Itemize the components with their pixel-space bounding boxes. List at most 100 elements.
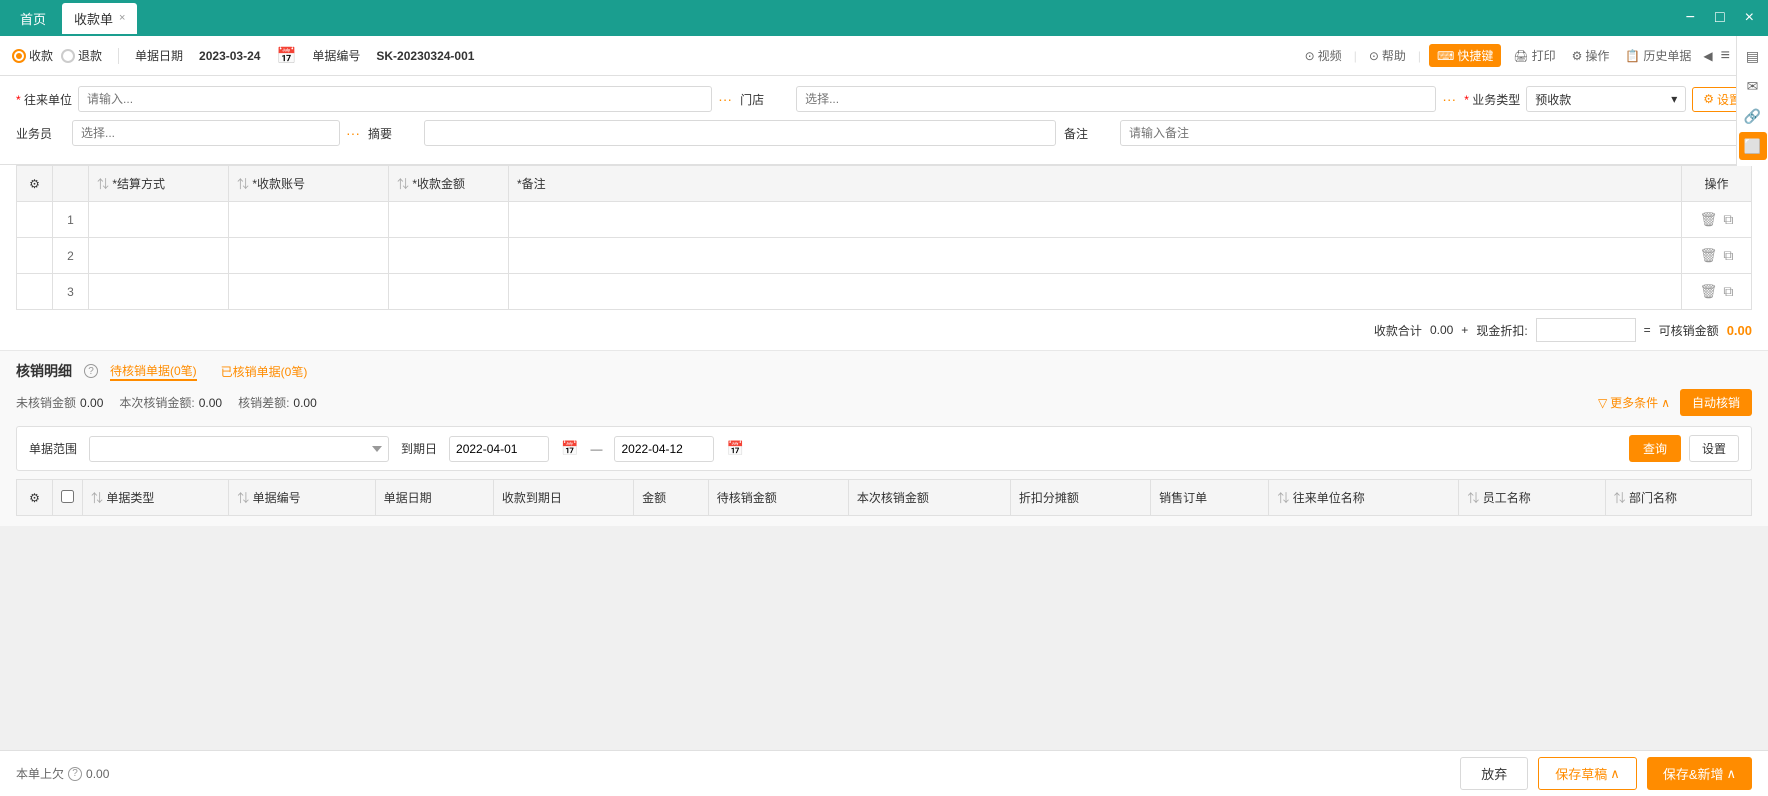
receipt-type-group: 收款 退款 — [12, 47, 102, 64]
sidebar-icon-3[interactable]: 🔗 — [1739, 102, 1767, 130]
list-icon[interactable]: ≡ — [1721, 47, 1730, 65]
summary-input[interactable] — [424, 120, 1056, 146]
partner-more-icon[interactable]: ··· — [718, 91, 732, 107]
close-btn[interactable]: × — [1739, 7, 1760, 29]
summary-group: 摘要 — [368, 120, 1056, 146]
discount-input[interactable] — [1536, 318, 1636, 342]
bt-settings-icon[interactable]: ⚙ — [29, 491, 40, 505]
col-note-header: *备注 — [509, 166, 1682, 202]
save-draft-btn[interactable]: 保存草稿 ∧ — [1538, 757, 1637, 790]
print-btn[interactable]: 🖨 打印 — [1509, 45, 1559, 66]
tab-home[interactable]: 首页 — [8, 3, 58, 34]
unchecked-label: 未核销金额 — [16, 394, 76, 411]
row1-note[interactable] — [509, 202, 1682, 238]
bt-col-pending: 待核销金额 — [708, 480, 848, 516]
bill-info-icon[interactable]: ? — [68, 767, 82, 781]
row3-amount[interactable] — [389, 274, 509, 310]
video-btn[interactable]: ⊙ 视频 — [1301, 45, 1346, 66]
staff-more-icon[interactable]: ··· — [346, 125, 360, 141]
minimize-btn[interactable]: − — [1680, 7, 1701, 29]
col-amount-header: ⇅ *收款金额 — [389, 166, 509, 202]
form-row-1: * 往来单位 ··· 门店 ··· * 业务类型 预收款 ▾ ⚙ 设置 — [16, 86, 1752, 112]
partner-input[interactable] — [78, 86, 712, 112]
discount-label: 现金折扣: — [1476, 322, 1527, 339]
row1-account[interactable] — [229, 202, 389, 238]
print-label: 打印 — [1532, 47, 1556, 64]
total-value: 0.00 — [1430, 323, 1453, 337]
bt-col-settings[interactable]: ⚙ — [17, 480, 53, 516]
store-more-icon[interactable]: ··· — [1442, 91, 1456, 107]
date-to-calendar-icon[interactable]: 📅 — [726, 440, 743, 457]
staff-label: 业务员 — [16, 125, 66, 142]
row1-delete-icon[interactable]: 🗑 — [1700, 211, 1718, 228]
row3-note[interactable] — [509, 274, 1682, 310]
more-filter-btn[interactable]: ▽ 更多条件 ∧ — [1598, 394, 1670, 411]
filter-form: 单据范围 到期日 📅 — 📅 查询 设置 — [16, 426, 1752, 471]
row3-delete-icon[interactable]: 🗑 — [1700, 283, 1718, 300]
shortcut-label: 快捷键 — [1457, 47, 1493, 64]
bt-col-amount: 金额 — [634, 480, 709, 516]
query-btn[interactable]: 查询 — [1629, 435, 1681, 462]
sidebar-icon-4[interactable]: ⬜ — [1739, 132, 1767, 160]
row1-amount[interactable] — [389, 202, 509, 238]
row2-note[interactable] — [509, 238, 1682, 274]
stat-diff: 核销差额: 0.00 — [238, 389, 317, 416]
operation-btn[interactable]: ⚙ 操作 — [1568, 45, 1614, 66]
row2-account[interactable] — [229, 238, 389, 274]
row3-account[interactable] — [229, 274, 389, 310]
range-select[interactable] — [89, 436, 389, 462]
row1-method[interactable] — [89, 202, 229, 238]
save-new-btn[interactable]: 保存&新增 ∧ — [1647, 757, 1752, 790]
row2-amount[interactable] — [389, 238, 509, 274]
row1-copy-icon[interactable]: ⧉ — [1723, 211, 1733, 228]
radio-receipt[interactable]: 收款 — [12, 47, 53, 64]
tab-current[interactable]: 收款单 × — [62, 3, 137, 34]
writeoff-info-icon[interactable]: ? — [84, 364, 98, 378]
writeoff-title: 核销明细 — [16, 361, 72, 381]
staff-input[interactable] — [72, 120, 340, 146]
table-settings-icon[interactable]: ⚙ — [29, 177, 40, 191]
remark-input[interactable] — [1120, 120, 1752, 146]
row2-method[interactable] — [89, 238, 229, 274]
bt-col-order: 销售订单 — [1151, 480, 1269, 516]
discard-btn[interactable]: 放弃 — [1460, 757, 1528, 790]
help-btn[interactable]: ⊙ 帮助 — [1365, 45, 1410, 66]
maximize-btn[interactable]: □ — [1709, 7, 1731, 29]
row2-delete-icon[interactable]: 🗑 — [1700, 247, 1718, 264]
date-to-input[interactable] — [614, 436, 714, 462]
biz-type-select[interactable]: 预收款 ▾ — [1526, 86, 1686, 112]
row2-copy-icon[interactable]: ⧉ — [1723, 247, 1733, 264]
table-row: 3 🗑 ⧉ — [17, 274, 1752, 310]
tab-done[interactable]: 已核销单据(0笔) — [221, 363, 308, 380]
filter-settings-btn[interactable]: 设置 — [1689, 435, 1739, 462]
auto-writeoff-btn[interactable]: 自动核销 — [1680, 389, 1752, 416]
bt-select-all-checkbox[interactable] — [61, 490, 74, 503]
net-value: 0.00 — [1727, 323, 1752, 338]
save-draft-label: 保存草稿 — [1555, 764, 1607, 783]
col-settings-header[interactable]: ⚙ — [17, 166, 53, 202]
shortcut-btn[interactable]: ⌨ 快捷键 — [1429, 44, 1501, 67]
row3-op: 🗑 ⧉ — [1682, 274, 1752, 310]
sidebar-icon-1[interactable]: ▤ — [1739, 42, 1767, 70]
bill-date-label: 单据日期 — [135, 47, 183, 64]
sort-icon-amount: ⇅ — [397, 177, 409, 191]
row3-num: 3 — [53, 274, 89, 310]
bt-col-bill-type: ⇅ 单据类型 — [83, 480, 229, 516]
calendar-icon[interactable]: 📅 — [276, 46, 296, 66]
form-area: * 往来单位 ··· 门店 ··· * 业务类型 预收款 ▾ ⚙ 设置 — [0, 76, 1768, 165]
expand-icon[interactable]: ◀ — [1703, 49, 1712, 63]
row3-copy-icon[interactable]: ⧉ — [1723, 283, 1733, 300]
biz-type-group: * 业务类型 预收款 ▾ ⚙ 设置 — [1464, 86, 1752, 112]
bill-date-value: 2023-03-24 — [199, 49, 260, 63]
date-from-calendar-icon[interactable]: 📅 — [561, 440, 578, 457]
radio-refund[interactable]: 退款 — [61, 47, 102, 64]
tab-pending[interactable]: 待核销单据(0笔) — [110, 362, 197, 381]
bt-col-current: 本次核销金额 — [848, 480, 1010, 516]
sidebar-icon-2[interactable]: ✉ — [1739, 72, 1767, 100]
date-from-input[interactable] — [449, 436, 549, 462]
tab-close-icon[interactable]: × — [119, 12, 125, 24]
row3-method[interactable] — [89, 274, 229, 310]
history-btn[interactable]: 📋 历史单据 — [1621, 45, 1695, 66]
store-input[interactable] — [796, 86, 1436, 112]
tab-bar: 首页 收款单 × − □ × — [0, 0, 1768, 36]
